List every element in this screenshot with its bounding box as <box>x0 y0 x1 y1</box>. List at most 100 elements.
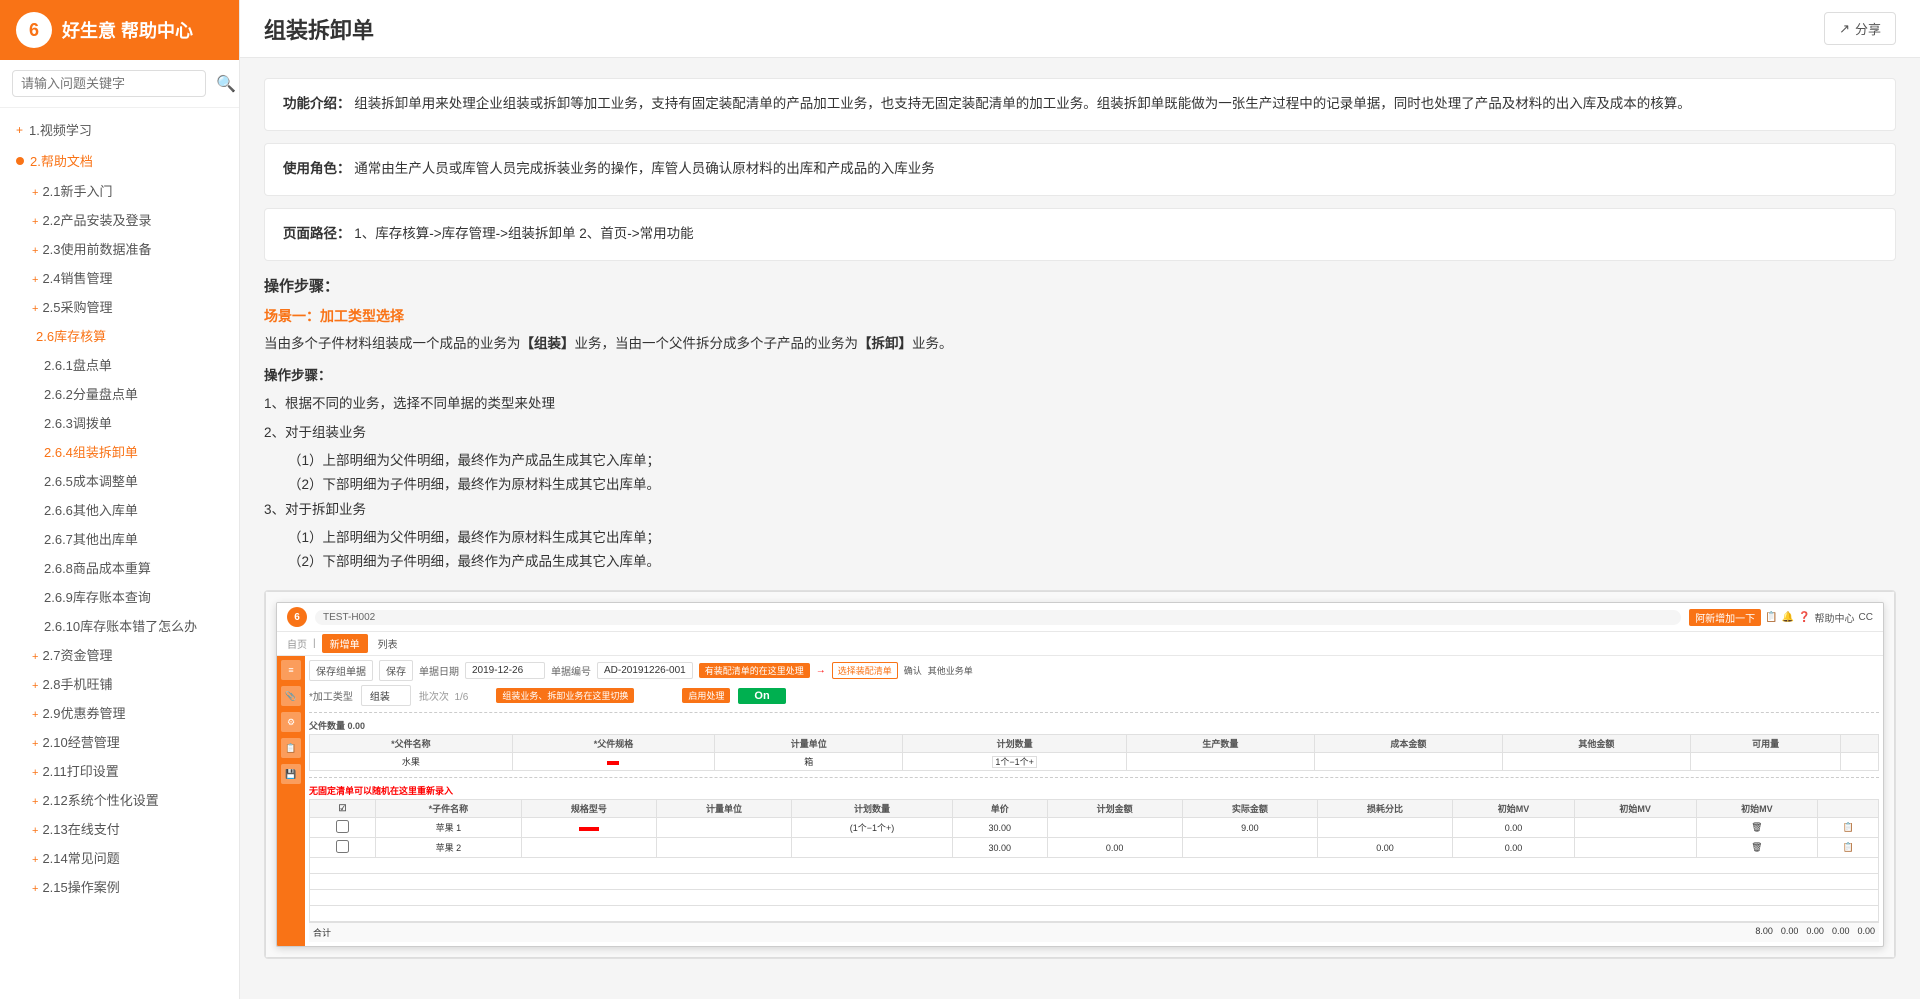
bth-check: ☑ <box>310 800 376 818</box>
sidebar-item-s214[interactable]: +2.14常见问题 <box>0 843 239 872</box>
sidebar-item-s261[interactable]: 2.6.1盘点单 <box>0 350 239 379</box>
tab-list[interactable]: 列表 <box>372 634 404 653</box>
date-field[interactable]: 2019-12-26 <box>465 662 545 679</box>
bc-op12[interactable]: 🗑 <box>1696 838 1818 858</box>
sidebar-item-s24[interactable]: +2.4销售管理 <box>0 263 239 292</box>
top-icon-5[interactable]: CC <box>1859 612 1873 623</box>
type-field[interactable]: 组装 <box>361 685 411 706</box>
app-content-area: ≡ 📎 ⚙ 📋 💾 保存组单据 保存 单据日期 <box>277 656 1883 946</box>
tab-sep: | <box>313 638 316 649</box>
sidebar-item-s2[interactable]: 2.帮助文档 <box>0 145 239 176</box>
footer-val3: 0.00 <box>1806 926 1824 939</box>
sidebar-item-s266[interactable]: 2.6.6其他入库单 <box>0 495 239 524</box>
btn-save[interactable]: 保存组单据 <box>309 660 373 681</box>
num-field[interactable]: AD-20191226-001 <box>597 662 693 679</box>
sidebar-item-s268[interactable]: 2.6.8商品成本重算 <box>0 553 239 582</box>
content-area: 功能介绍： 组装拆卸单用来处理企业组装或拆卸等加工业务，支持有固定装配清单的产品… <box>240 58 1920 999</box>
bc-op22[interactable]: 📋 <box>1818 838 1879 858</box>
left-icon-3[interactable]: ⚙ <box>281 712 301 732</box>
btn-other[interactable]: 其他业务单 <box>928 664 973 677</box>
row-checkbox2[interactable] <box>336 840 349 853</box>
qty-label: 批次次 1/6 <box>419 688 468 703</box>
top-icon-4[interactable]: 帮助中心 <box>1815 610 1855 625</box>
sidebar-item-s269[interactable]: 2.6.9库存账本查询 <box>0 582 239 611</box>
bc-actual2 <box>1182 838 1317 858</box>
empty-row6 <box>310 906 1879 922</box>
cell-prod-qty <box>1126 753 1314 771</box>
sidebar-item-s262[interactable]: 2.6.2分量盘点单 <box>0 379 239 408</box>
top-icon-3[interactable]: ❓ <box>1798 612 1810 623</box>
sidebar-item-s22[interactable]: +2.2产品安装及登录 <box>0 205 239 234</box>
highlighted-spec2[interactable] <box>579 827 599 831</box>
sidebar-item-s210[interactable]: +2.10经营管理 <box>0 727 239 756</box>
sidebar-item-s1[interactable]: + 1.视频学习 <box>0 114 239 145</box>
sidebar-item-s25[interactable]: +2.5采购管理 <box>0 292 239 321</box>
bottom-row-6 <box>310 906 1879 922</box>
row-checkbox[interactable] <box>336 820 349 833</box>
scene-one-heading: 场景一：加工类型选择 <box>264 306 1896 326</box>
sidebar-item-s2610[interactable]: 2.6.10库存账本错了怎么办 <box>0 611 239 640</box>
sidebar-item-s26[interactable]: 2.6库存核算 <box>0 321 239 350</box>
highlighted-spec[interactable] <box>607 761 619 765</box>
app-top-actions: 阿新增加一下 📋 🔔 ❓ 帮助中心 CC <box>1689 609 1873 626</box>
btn-assembly-list[interactable]: 选择装配清单 <box>832 662 898 679</box>
btn-confirm[interactable]: 确认 <box>904 664 922 677</box>
top-new-btn[interactable]: 阿新增加一下 <box>1689 609 1761 626</box>
sidebar-item-s28[interactable]: +2.8手机旺铺 <box>0 669 239 698</box>
bth-name: *子件名称 <box>376 800 522 818</box>
app-logo-small: 6 <box>287 607 307 627</box>
plus-icon: + <box>32 651 38 663</box>
left-icon-1[interactable]: ≡ <box>281 660 301 680</box>
sidebar-header: 6 好生意 帮助中心 <box>0 0 239 60</box>
role-text: 通常由生产人员或库管人员完成拆装业务的操作，库管人员确认原材料的出库和产成品的入… <box>354 161 935 176</box>
screenshot-block: 6 TEST-H002 阿新增加一下 📋 🔔 ❓ 帮助中心 CC <box>264 590 1896 959</box>
sidebar-item-s29[interactable]: +2.9优惠券管理 <box>0 698 239 727</box>
on-badge[interactable]: On <box>738 688 785 704</box>
footer-val5: 0.00 <box>1857 926 1875 939</box>
footer-val2: 0.00 <box>1781 926 1799 939</box>
left-icon-5[interactable]: 💾 <box>281 764 301 784</box>
sidebar-item-s215[interactable]: +2.15操作案例 <box>0 872 239 901</box>
th-plan-qty: 计划数量 <box>903 735 1127 753</box>
arrow-right: → <box>816 665 826 676</box>
bth-op2 <box>1818 800 1879 818</box>
sidebar-item-s27[interactable]: +2.7资金管理 <box>0 640 239 669</box>
bc-spec2 <box>521 838 656 858</box>
sidebar-item-s212[interactable]: +2.12系统个性化设置 <box>0 785 239 814</box>
sidebar-item-s263[interactable]: 2.6.3调拨单 <box>0 408 239 437</box>
scene-one-desc: 当由多个子件材料组装成一个成品的业务为【组装】业务，当由一个父件拆分成多个子产品… <box>264 332 1896 356</box>
sidebar-item-s213[interactable]: +2.13在线支付 <box>0 814 239 843</box>
left-icon-4[interactable]: 📋 <box>281 738 301 758</box>
app-nav-tabs: 自页 | 新增单 列表 <box>277 632 1883 656</box>
left-icon-2[interactable]: 📎 <box>281 686 301 706</box>
bc-price2: 30.00 <box>952 838 1047 858</box>
search-input[interactable] <box>12 70 206 97</box>
sidebar-item-s211[interactable]: +2.11打印设置 <box>0 756 239 785</box>
top-icon-2[interactable]: 🔔 <box>1782 612 1794 623</box>
bth-op: 初始MV <box>1696 800 1818 818</box>
search-button[interactable]: 🔍 <box>212 72 240 96</box>
empty-row3 <box>310 858 1879 874</box>
share-button[interactable]: ↗ 分享 <box>1824 12 1896 45</box>
bc-plan-amt <box>1047 818 1182 838</box>
plus-icon: + <box>32 245 38 257</box>
bc-op2[interactable]: 📋 <box>1818 818 1879 838</box>
btn-save2[interactable]: 保存 <box>379 660 413 681</box>
qty-stepper[interactable]: 1个−1个+ <box>992 756 1037 768</box>
cell-cost <box>1314 753 1502 771</box>
sidebar-item-s21[interactable]: +2.1新手入门 <box>0 176 239 205</box>
tab-home[interactable]: 自页 <box>287 636 307 651</box>
plus-icon: + <box>32 883 38 895</box>
top-icon-1[interactable]: 📋 <box>1765 612 1777 623</box>
sidebar-item-s264[interactable]: 2.6.4组装拆卸单 <box>0 437 239 466</box>
sidebar-item-s267[interactable]: 2.6.7其他出库单 <box>0 524 239 553</box>
annotation-type: 组装业务、拆卸业务在这里切换 <box>496 688 634 703</box>
active-dot-icon <box>16 157 24 165</box>
sidebar-item-s265[interactable]: 2.6.5成本调整单 <box>0 466 239 495</box>
tab-new-order[interactable]: 新增单 <box>322 634 368 653</box>
bc-loss2: 0.00 <box>1317 838 1452 858</box>
top-bar: 组装拆卸单 ↗ 分享 <box>240 0 1920 58</box>
app-left-icons: ≡ 📎 ⚙ 📋 💾 <box>277 656 305 946</box>
sidebar-item-s23[interactable]: +2.3使用前数据准备 <box>0 234 239 263</box>
bc-op1[interactable]: 🗑 <box>1696 818 1818 838</box>
